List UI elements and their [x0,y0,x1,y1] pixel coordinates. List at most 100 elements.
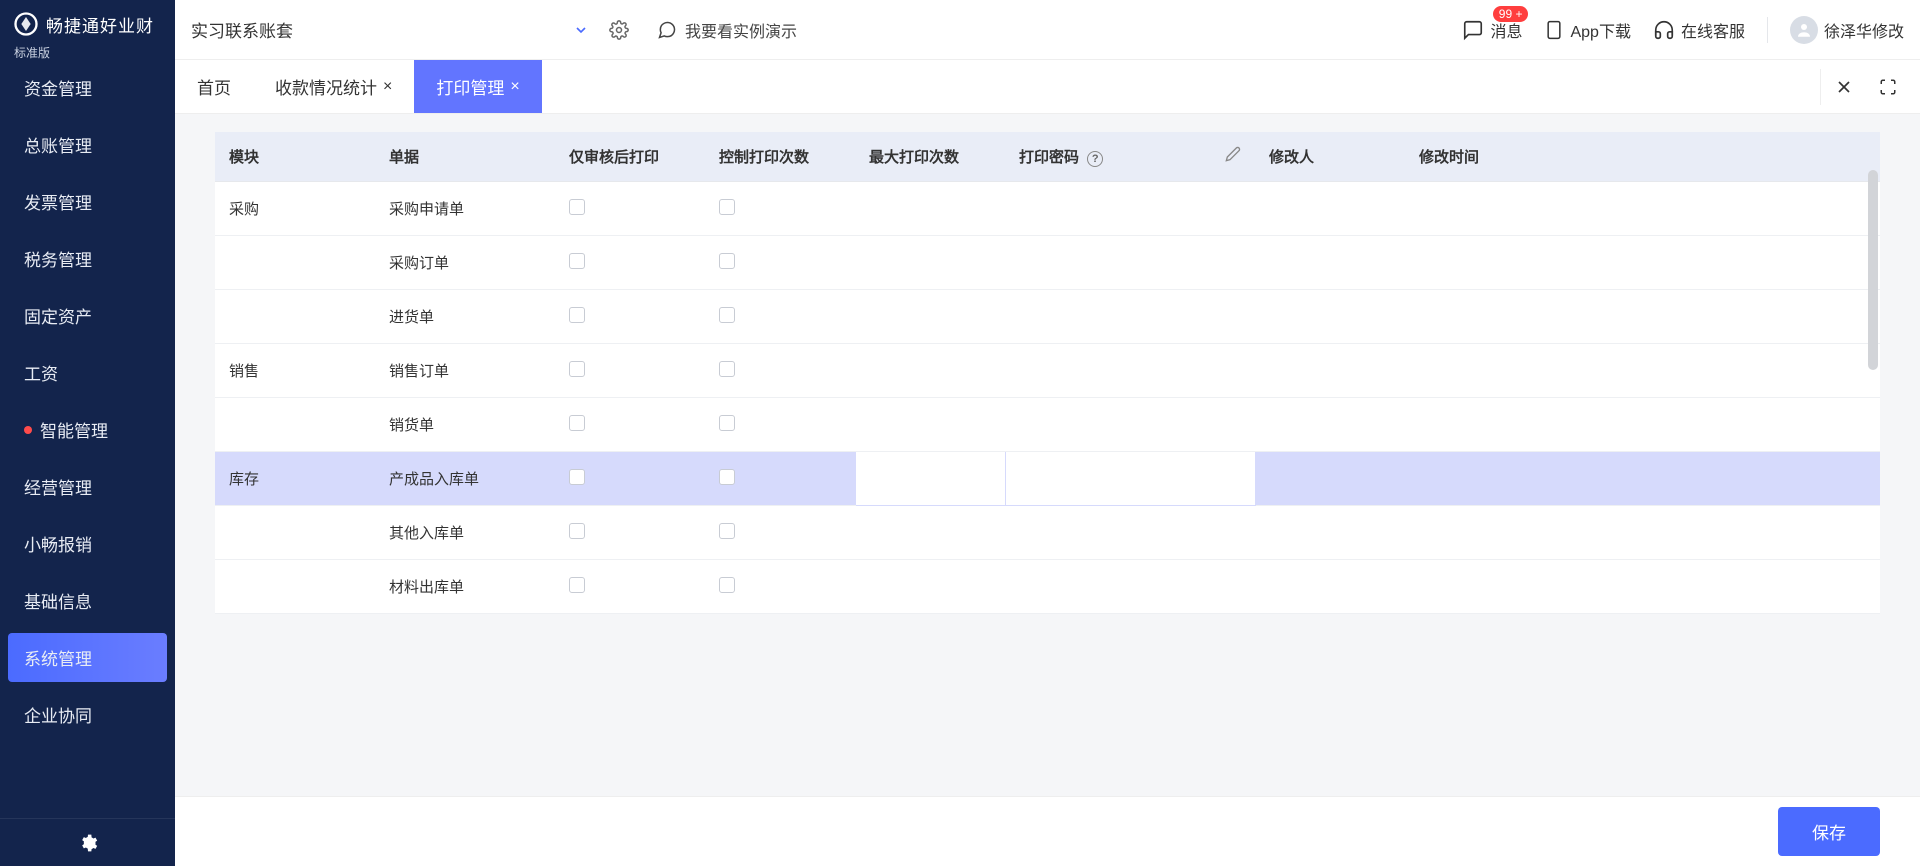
cell-audit-only [555,506,705,560]
sidebar-settings[interactable] [0,818,175,866]
checkbox-audit[interactable] [569,253,585,269]
sidebar-item-0[interactable]: 资金管理 [0,69,175,116]
brand-icon [12,10,40,38]
sidebar-item-6[interactable]: 智能管理 [0,401,175,458]
checkbox-audit[interactable] [569,523,585,539]
table-row[interactable]: 材料出库单 [215,560,1880,614]
cell-audit-only [555,560,705,614]
messages-badge: 99 + [1493,6,1529,22]
gear-icon [78,833,98,853]
checkbox-audit[interactable] [569,577,585,593]
cell-document: 销货单 [375,398,555,452]
table-row[interactable]: 其他入库单 [215,506,1880,560]
user-menu[interactable]: 徐泽华修改 [1790,16,1904,44]
username-label: 徐泽华修改 [1824,18,1904,42]
checkbox-control[interactable] [719,577,735,593]
tab-0[interactable]: 首页 [175,60,253,113]
cell-password [1005,290,1255,344]
checkbox-control[interactable] [719,469,735,485]
checkbox-control[interactable] [719,361,735,377]
cell-password[interactable] [1005,452,1255,506]
checkbox-audit[interactable] [569,469,585,485]
tab-2[interactable]: 打印管理× [414,60,541,113]
save-button[interactable]: 保存 [1778,807,1880,856]
cell-document: 材料出库单 [375,560,555,614]
demo-link[interactable]: 我要看实例演示 [657,18,797,42]
brand-logo: 畅捷通好业财 [0,0,175,42]
sidebar-item-4[interactable]: 固定资产 [0,287,175,344]
cell-max-count [855,236,1005,290]
messages-button[interactable]: 消息 99 + [1462,18,1522,42]
cell-module [215,290,375,344]
cell-control-count [705,182,855,236]
cell-module [215,506,375,560]
sidebar-item-7[interactable]: 经营管理 [0,458,175,515]
fullscreen-button[interactable] [1870,69,1906,105]
sidebar-item-8[interactable]: 小畅报销 [0,515,175,572]
table-row[interactable]: 销货单 [215,398,1880,452]
th-modified-time: 修改时间 [1405,132,1880,182]
cell-document: 产成品入库单 [375,452,555,506]
cell-max-count [855,182,1005,236]
table-row[interactable]: 采购采购申请单 [215,182,1880,236]
checkbox-control[interactable] [719,253,735,269]
close-all-tabs-button[interactable] [1820,69,1856,105]
sidebar-item-label: 资金管理 [24,75,92,100]
th-document: 单据 [375,132,555,182]
checkbox-audit[interactable] [569,415,585,431]
checkbox-audit[interactable] [569,199,585,215]
checkbox-control[interactable] [719,307,735,323]
cell-document: 采购申请单 [375,182,555,236]
close-icon[interactable]: × [510,78,519,96]
sidebar-item-5[interactable]: 工资 [0,344,175,401]
account-set-select[interactable]: 实习联系账套 [191,17,589,42]
close-icon[interactable]: × [383,78,392,96]
sidebar-item-3[interactable]: 税务管理 [0,230,175,287]
cell-control-count [705,398,855,452]
cell-control-count [705,290,855,344]
cell-modified-time [1405,290,1880,344]
sidebar-item-10[interactable]: 系统管理 [8,633,167,682]
checkbox-control[interactable] [719,199,735,215]
sidebar-item-9[interactable]: 基础信息 [0,572,175,629]
edit-icon[interactable] [1225,146,1241,162]
cell-max-count [855,344,1005,398]
sidebar-item-1[interactable]: 总账管理 [0,116,175,173]
app-download-label: App下载 [1570,18,1630,42]
online-service-button[interactable]: 在线客服 [1653,18,1745,42]
scrollbar[interactable] [1868,170,1878,370]
checkbox-control[interactable] [719,415,735,431]
online-service-label: 在线客服 [1681,18,1745,42]
table-row[interactable]: 库存产成品入库单 [215,452,1880,506]
cell-modified-time [1405,344,1880,398]
sidebar-item-11[interactable]: 企业协同 [0,686,175,743]
cell-password [1005,398,1255,452]
th-max-count: 最大打印次数 [855,132,1005,182]
sidebar-item-2[interactable]: 发票管理 [0,173,175,230]
headset-icon [1653,19,1675,41]
checkbox-audit[interactable] [569,307,585,323]
checkbox-control[interactable] [719,523,735,539]
header-settings-button[interactable] [609,20,629,40]
sidebar: 畅捷通好业财 标准版 资金管理总账管理发票管理税务管理固定资产工资智能管理经营管… [0,0,175,866]
table-row[interactable]: 采购订单 [215,236,1880,290]
th-audit-only: 仅审核后打印 [555,132,705,182]
sidebar-item-label: 基础信息 [24,588,92,613]
sidebar-item-label: 系统管理 [24,645,92,670]
demo-link-label: 我要看实例演示 [685,18,797,42]
th-password-label: 打印密码 [1019,149,1079,166]
cell-audit-only [555,290,705,344]
sidebar-item-label: 发票管理 [24,189,92,214]
checkbox-audit[interactable] [569,361,585,377]
table-row[interactable]: 销售销售订单 [215,344,1880,398]
table-row[interactable]: 进货单 [215,290,1880,344]
help-icon[interactable]: ? [1087,151,1103,167]
cell-modified-by [1255,182,1405,236]
tab-1[interactable]: 收款情况统计× [253,60,414,113]
brand-name: 畅捷通好业财 [46,12,154,37]
cell-password [1005,560,1255,614]
cell-max-count[interactable] [855,452,1005,506]
cell-module: 销售 [215,344,375,398]
app-download-button[interactable]: App下载 [1544,18,1630,42]
cell-modified-time [1405,398,1880,452]
